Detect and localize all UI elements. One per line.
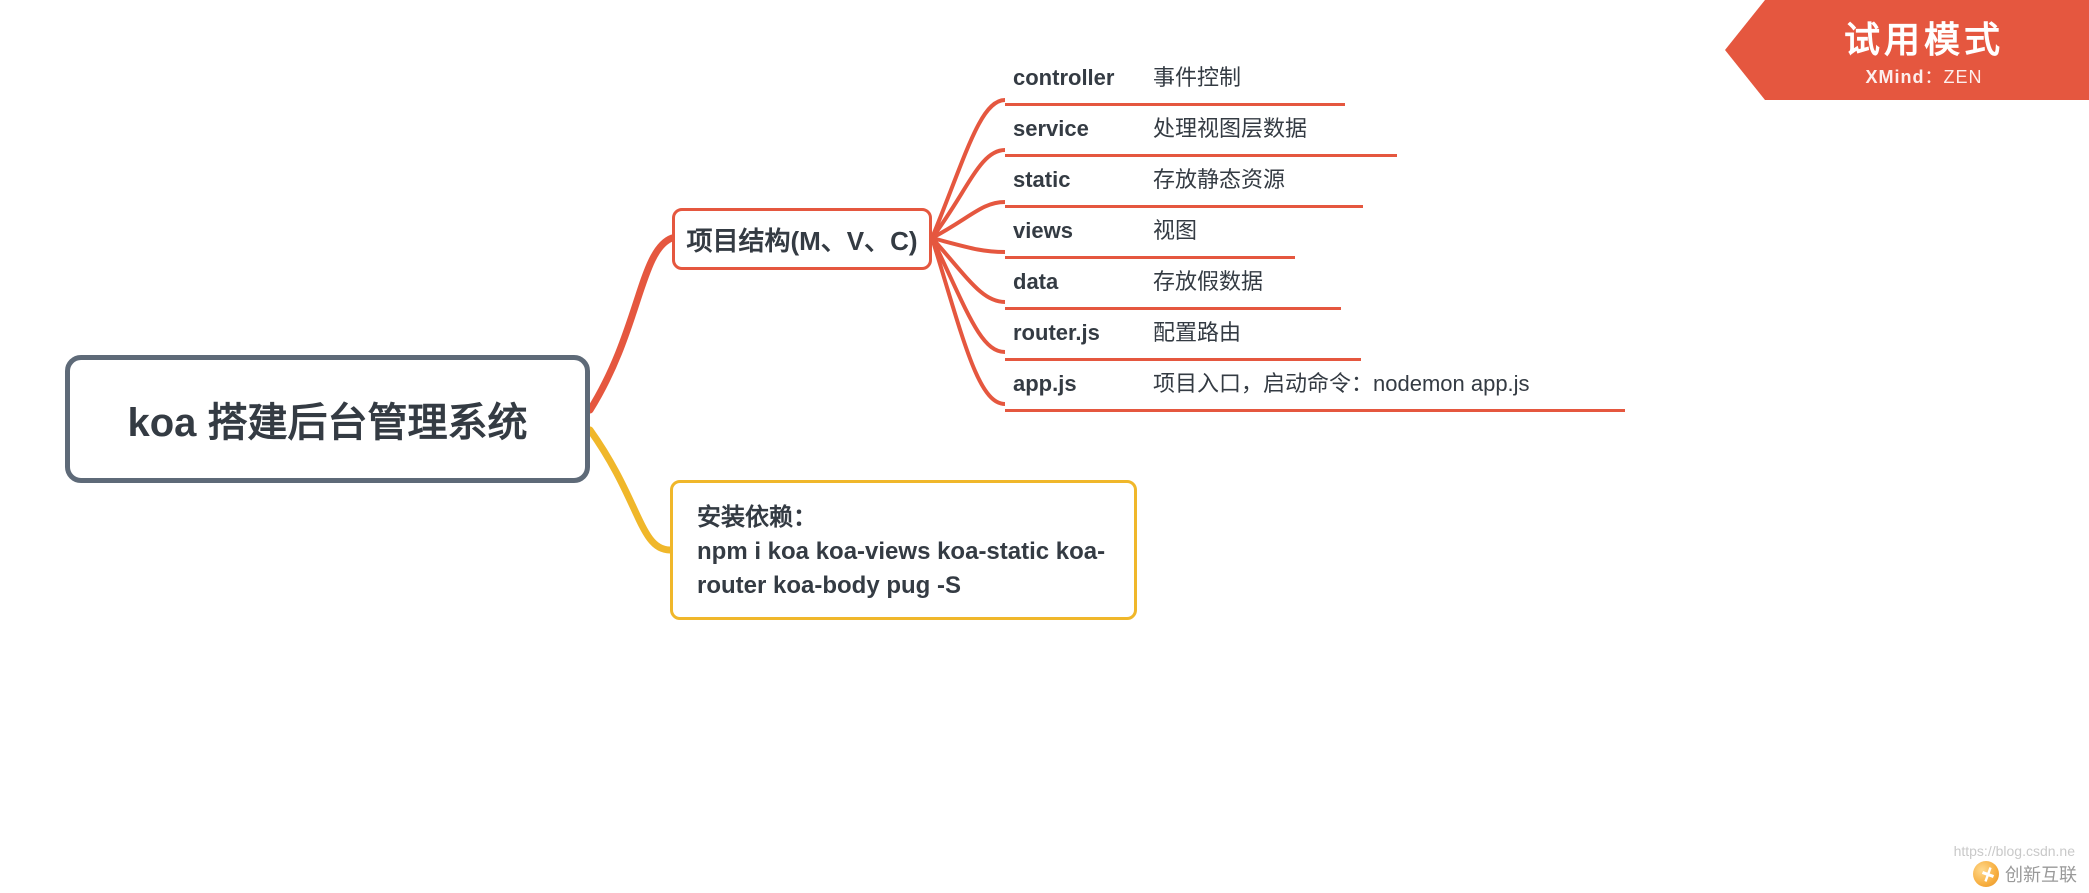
leaf-data[interactable]: data 存放假数据 — [1005, 264, 1341, 310]
watermark-text: 创新互联 — [2005, 861, 2077, 887]
leaf-group: controller 事件控制 service 处理视图层数据 static 存… — [1005, 60, 1630, 412]
leaf-desc: 事件控制 — [1153, 60, 1241, 92]
leaf-desc: 配置路由 — [1153, 315, 1241, 347]
badge-brand-bold: XMind — [1866, 67, 1925, 87]
leaf-key: service — [1013, 116, 1117, 142]
deps-line3: router koa-body pug -S — [697, 569, 1110, 603]
branch-deps[interactable]: 安装依赖： npm i koa koa-views koa-static koa… — [670, 480, 1137, 620]
leaf-key: controller — [1013, 65, 1117, 91]
leaf-key: data — [1013, 269, 1117, 295]
branch-structure[interactable]: 项目结构(M、V、C) — [672, 208, 932, 270]
watermark: 创新互联 — [1973, 861, 2077, 887]
badge-title: 试用模式 — [1844, 11, 2004, 63]
leaf-service[interactable]: service 处理视图层数据 — [1005, 111, 1397, 157]
leaf-app[interactable]: app.js 项目入口，启动命令：nodemon app.js — [1005, 366, 1625, 412]
leaf-desc: 项目入口，启动命令：nodemon app.js — [1153, 366, 1530, 398]
trial-badge: 试用模式 XMind：ZEN — [1765, 0, 2089, 100]
leaf-router[interactable]: router.js 配置路由 — [1005, 315, 1361, 361]
leaf-views[interactable]: views 视图 — [1005, 213, 1295, 259]
leaf-static[interactable]: static 存放静态资源 — [1005, 162, 1363, 208]
leaf-controller[interactable]: controller 事件控制 — [1005, 60, 1345, 106]
deps-line2: npm i koa koa-views koa-static koa- — [697, 535, 1110, 569]
leaf-desc: 存放静态资源 — [1153, 162, 1285, 194]
badge-brand-rest: ：ZEN — [1925, 67, 1983, 87]
badge-brand: XMind：ZEN — [1866, 63, 1983, 89]
branch-structure-title: 项目结构(M、V、C) — [686, 221, 917, 258]
root-node[interactable]: koa 搭建后台管理系统 — [65, 355, 590, 483]
leaf-desc: 存放假数据 — [1153, 264, 1263, 296]
leaf-key: router.js — [1013, 320, 1117, 346]
watermark-url: https://blog.csdn.ne — [1954, 843, 2075, 859]
leaf-key: static — [1013, 167, 1117, 193]
leaf-desc: 视图 — [1153, 213, 1197, 245]
root-title: koa 搭建后台管理系统 — [127, 390, 527, 448]
leaf-key: views — [1013, 218, 1117, 244]
deps-line1: 安装依赖： — [697, 501, 1110, 535]
leaf-desc: 处理视图层数据 — [1153, 111, 1307, 143]
watermark-icon — [1973, 861, 1999, 887]
leaf-key: app.js — [1013, 371, 1117, 397]
